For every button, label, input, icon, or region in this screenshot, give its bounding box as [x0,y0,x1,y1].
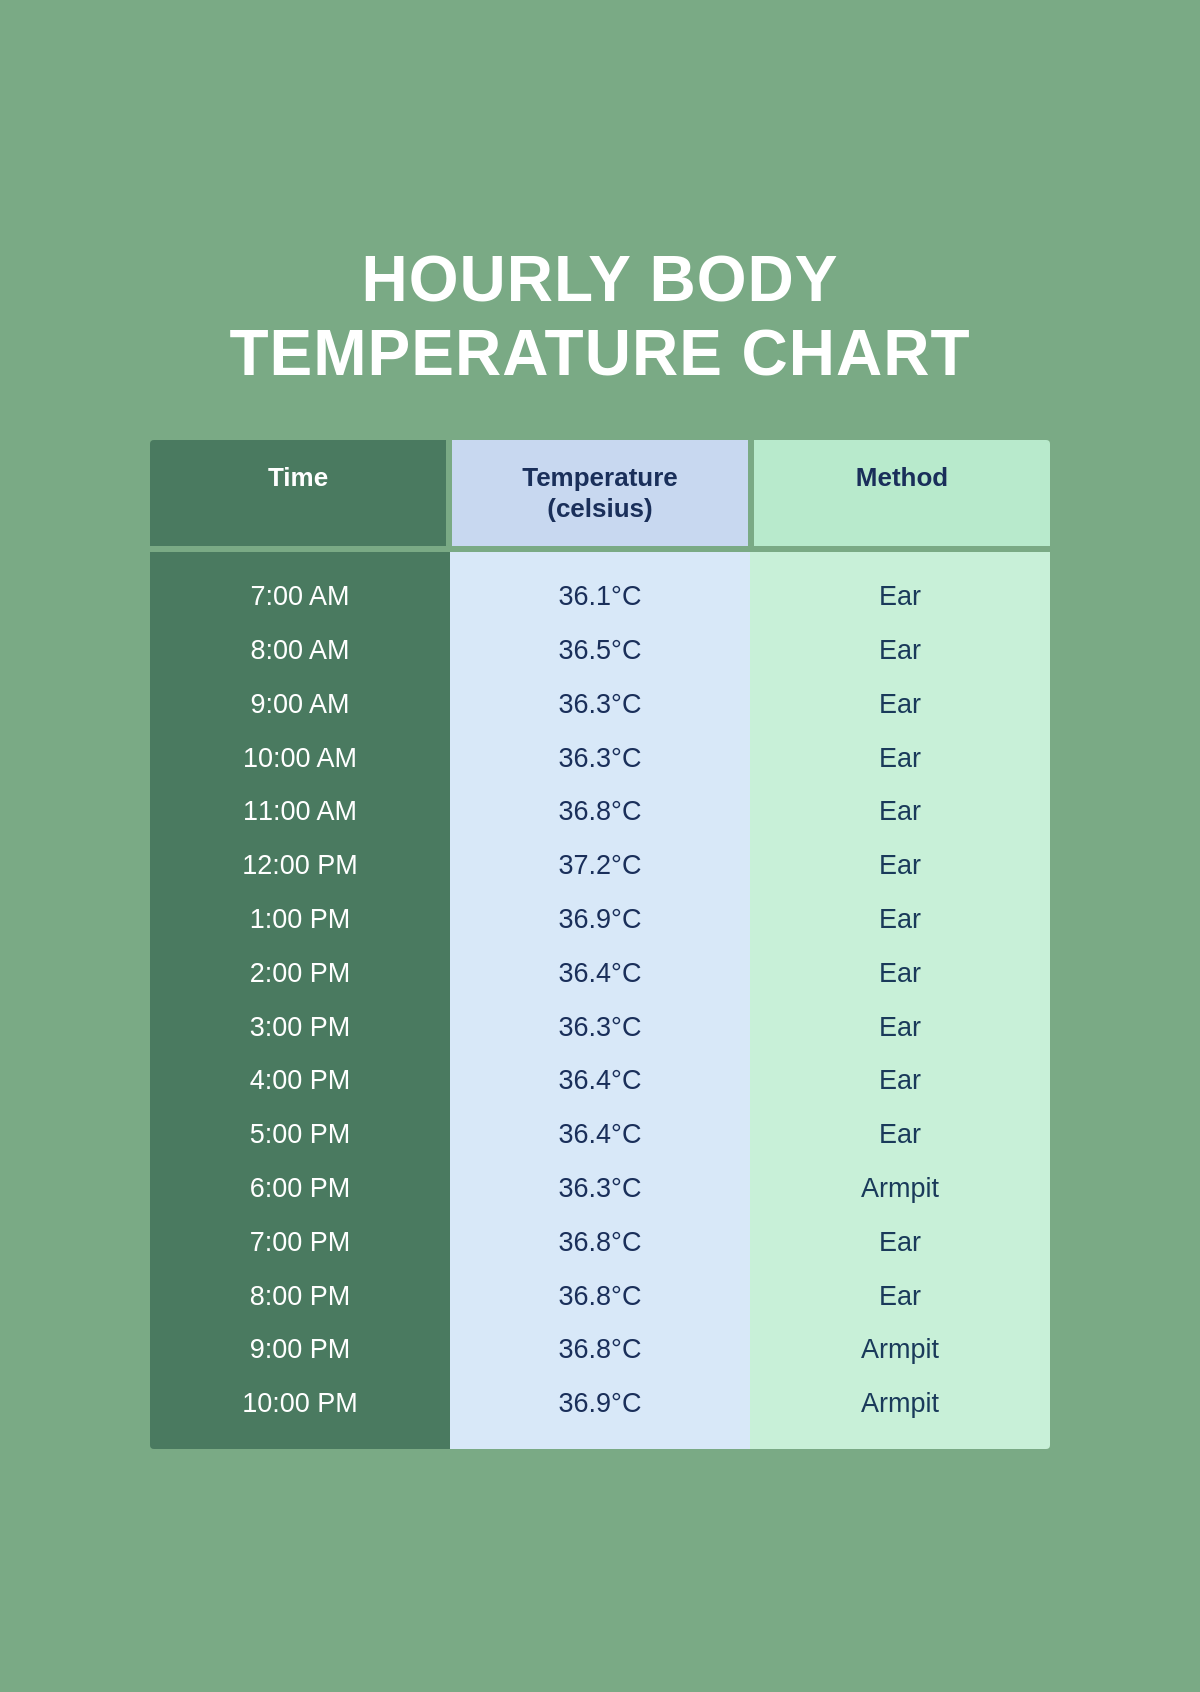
header-temperature: Temperature(celsius) [452,440,748,546]
table-row: Ear [879,570,921,624]
table-row: 36.4°C [559,947,642,1001]
table-row: 36.3°C [559,678,642,732]
table-row: 5:00 PM [250,1108,351,1162]
table-row: 10:00 PM [242,1377,358,1431]
table-row: Armpit [861,1323,939,1377]
table-row: Ear [879,947,921,1001]
table-row: 7:00 AM [250,570,349,624]
table-body: 7:00 AM8:00 AM9:00 AM10:00 AM11:00 AM12:… [150,552,1050,1449]
header-method: Method [754,440,1050,546]
table-row: Ear [879,678,921,732]
page-title: HOURLY BODY TEMPERATURE CHART [229,243,970,390]
page-container: HOURLY BODY TEMPERATURE CHART Time Tempe… [0,0,1200,1692]
table-row: 36.4°C [559,1054,642,1108]
table-row: 36.3°C [559,1001,642,1055]
table-row: 10:00 AM [243,732,357,786]
table-row: 9:00 AM [250,678,349,732]
table-row: 36.1°C [559,570,642,624]
table-row: 1:00 PM [250,893,351,947]
table-row: 36.3°C [559,1162,642,1216]
table-row: Ear [879,1216,921,1270]
table-row: 8:00 AM [250,624,349,678]
table-row: 4:00 PM [250,1054,351,1108]
table-row: 11:00 AM [243,785,357,839]
table-row: 37.2°C [559,839,642,893]
table-row: 12:00 PM [242,839,358,893]
table-row: 36.8°C [559,1216,642,1270]
table-row: 36.4°C [559,1108,642,1162]
table-row: 8:00 PM [250,1270,351,1324]
table-row: Ear [879,893,921,947]
table-row: Ear [879,1108,921,1162]
table-row: 36.8°C [559,1270,642,1324]
column-time: 7:00 AM8:00 AM9:00 AM10:00 AM11:00 AM12:… [150,552,450,1449]
column-method: EarEarEarEarEarEarEarEarEarEarEarArmpitE… [750,552,1050,1449]
table-row: 3:00 PM [250,1001,351,1055]
table-row: 36.8°C [559,1323,642,1377]
table-row: Ear [879,1001,921,1055]
table-row: 7:00 PM [250,1216,351,1270]
table-row: 36.5°C [559,624,642,678]
table-row: 36.3°C [559,732,642,786]
table-row: Ear [879,1270,921,1324]
header-time: Time [150,440,446,546]
table-row: Ear [879,839,921,893]
temperature-table: Time Temperature(celsius) Method 7:00 AM… [150,440,1050,1449]
table-row: Ear [879,732,921,786]
table-row: 9:00 PM [250,1323,351,1377]
table-row: Ear [879,1054,921,1108]
table-row: 36.9°C [559,893,642,947]
table-row: Armpit [861,1162,939,1216]
table-header: Time Temperature(celsius) Method [150,440,1050,546]
table-row: Ear [879,785,921,839]
table-row: Ear [879,624,921,678]
column-temperature: 36.1°C36.5°C36.3°C36.3°C36.8°C37.2°C36.9… [450,552,750,1449]
table-row: 2:00 PM [250,947,351,1001]
table-row: Armpit [861,1377,939,1431]
table-row: 36.9°C [559,1377,642,1431]
table-row: 6:00 PM [250,1162,351,1216]
table-row: 36.8°C [559,785,642,839]
